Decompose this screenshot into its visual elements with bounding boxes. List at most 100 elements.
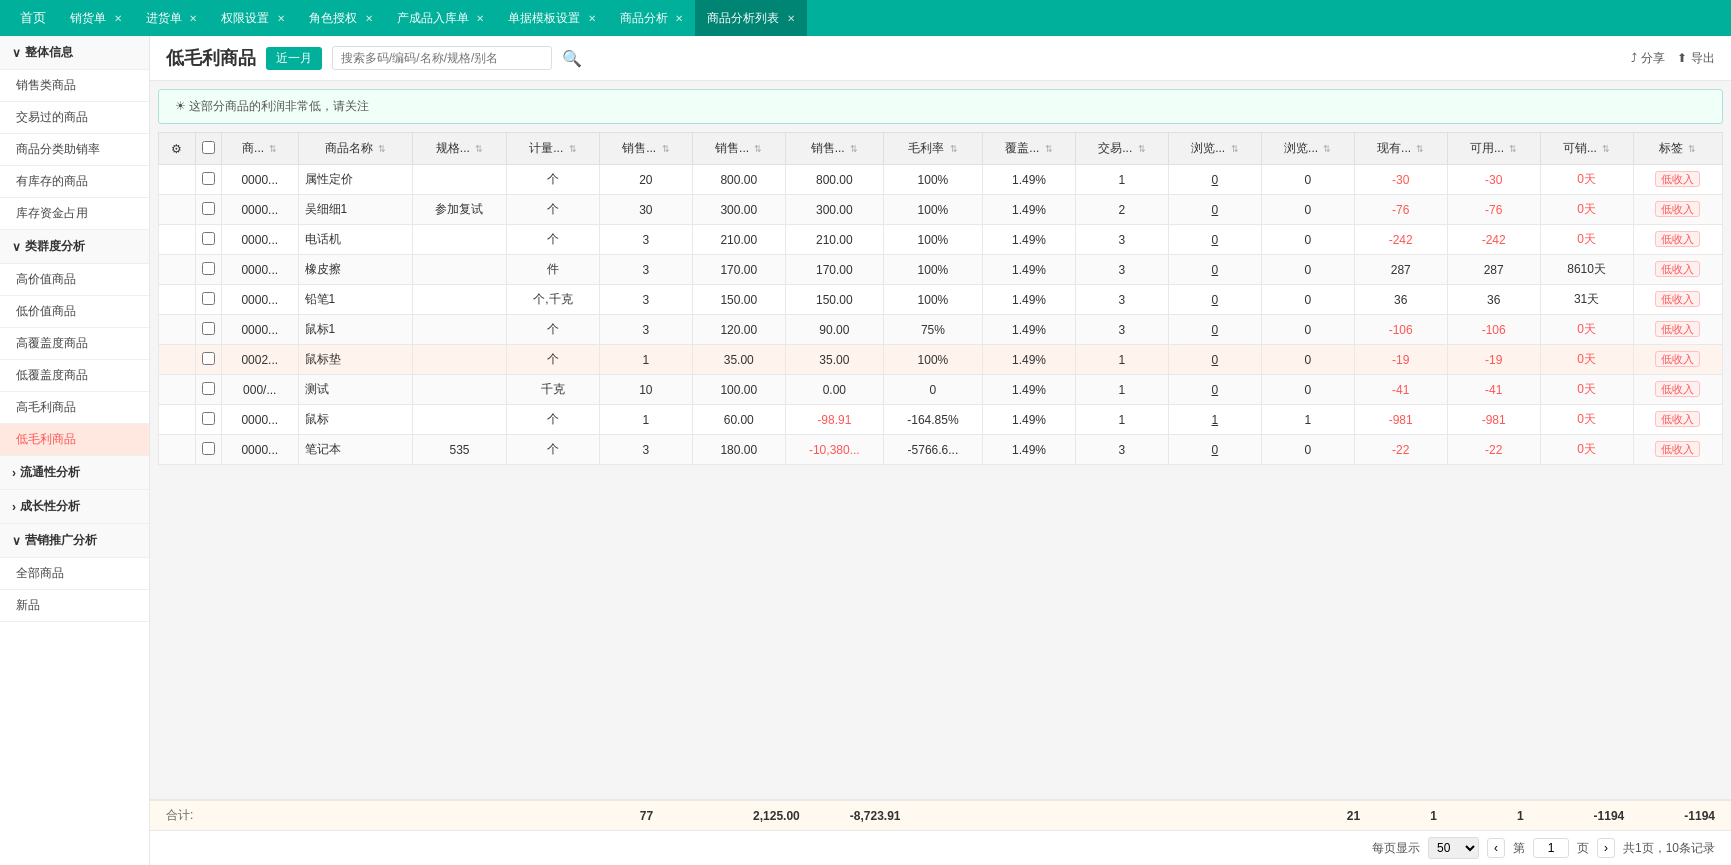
views1-cell[interactable]: 1 <box>1168 405 1261 435</box>
search-input[interactable] <box>332 46 552 70</box>
views2-cell: 0 <box>1261 345 1354 375</box>
checkbox-cell[interactable] <box>195 315 221 345</box>
nav-item-sales[interactable]: 销货单 ✕ <box>58 0 134 36</box>
views1-cell[interactable]: 0 <box>1168 165 1261 195</box>
select-all-checkbox[interactable] <box>202 141 215 154</box>
views1-cell[interactable]: 0 <box>1168 315 1261 345</box>
nav-item-roles[interactable]: 角色授权 ✕ <box>297 0 385 36</box>
checkbox-cell[interactable] <box>195 375 221 405</box>
sellable-days-col-header[interactable]: 可销... ⇅ <box>1540 133 1633 165</box>
views1-cell[interactable]: 0 <box>1168 345 1261 375</box>
per-page-select[interactable]: 50 100 200 <box>1428 837 1479 859</box>
gross-rate-col-header[interactable]: 毛利率 ⇅ <box>883 133 982 165</box>
tag-cell: 低收入 <box>1633 375 1722 405</box>
close-purchase-icon[interactable]: ✕ <box>189 13 197 24</box>
sidebar-group-overall[interactable]: ∨ 整体信息 <box>0 36 149 70</box>
close-template-icon[interactable]: ✕ <box>588 13 596 24</box>
row-checkbox[interactable] <box>202 382 215 395</box>
row-checkbox[interactable] <box>202 412 215 425</box>
nav-item-finished-goods[interactable]: 产成品入库单 ✕ <box>385 0 497 36</box>
close-product-analysis-icon[interactable]: ✕ <box>675 13 683 24</box>
sales-qty-col-header[interactable]: 销售... ⇅ <box>599 133 692 165</box>
unit-col-header[interactable]: 计量... ⇅ <box>506 133 599 165</box>
nav-item-purchase[interactable]: 进货单 ✕ <box>134 0 210 36</box>
checkbox-cell[interactable] <box>195 165 221 195</box>
row-checkbox[interactable] <box>202 442 215 455</box>
search-button[interactable]: 🔍 <box>562 49 582 68</box>
sidebar-item-category-rate[interactable]: 商品分类助销率 <box>0 134 149 166</box>
close-permissions-icon[interactable]: ✕ <box>277 13 285 24</box>
current-stock-col-header[interactable]: 现有... ⇅ <box>1354 133 1447 165</box>
views1-cell[interactable]: 0 <box>1168 375 1261 405</box>
checkbox-cell[interactable] <box>195 255 221 285</box>
sidebar-item-capital[interactable]: 库存资金占用 <box>0 198 149 230</box>
views1-cell[interactable]: 0 <box>1168 255 1261 285</box>
sidebar-item-low-coverage[interactable]: 低覆盖度商品 <box>0 360 149 392</box>
sidebar-item-new-goods[interactable]: 新品 <box>0 590 149 622</box>
available-stock-cell: -76 <box>1447 195 1540 225</box>
checkbox-cell[interactable] <box>195 435 221 465</box>
sidebar-group-marketing[interactable]: ∨ 营销推广分析 <box>0 524 149 558</box>
share-button[interactable]: ⤴ 分享 <box>1631 50 1665 67</box>
sidebar-item-low-value[interactable]: 低价值商品 <box>0 296 149 328</box>
checkbox-cell[interactable] <box>195 405 221 435</box>
nav-item-permissions[interactable]: 权限设置 ✕ <box>209 0 297 36</box>
checkbox-cell[interactable] <box>195 195 221 225</box>
export-button[interactable]: ⬆ 导出 <box>1677 50 1715 67</box>
transactions-col-header[interactable]: 交易... ⇅ <box>1075 133 1168 165</box>
sales-profit-col-header[interactable]: 销售... ⇅ <box>785 133 883 165</box>
checkbox-cell[interactable] <box>195 225 221 255</box>
sidebar-group-flow[interactable]: › 流通性分析 <box>0 456 149 490</box>
row-checkbox[interactable] <box>202 262 215 275</box>
sidebar-item-low-margin[interactable]: 低毛利商品 <box>0 424 149 456</box>
sales-amount-cell: 60.00 <box>692 405 785 435</box>
views1-cell[interactable]: 0 <box>1168 285 1261 315</box>
close-analysis-list-icon[interactable]: ✕ <box>787 13 795 24</box>
views1-col-header[interactable]: 浏览... ⇅ <box>1168 133 1261 165</box>
sales-amount-col-header[interactable]: 销售... ⇅ <box>692 133 785 165</box>
code-col-header[interactable]: 商... ⇅ <box>221 133 298 165</box>
date-filter-button[interactable]: 近一月 <box>266 47 322 70</box>
prev-page-button[interactable]: ‹ <box>1487 838 1505 858</box>
next-page-button[interactable]: › <box>1597 838 1615 858</box>
name-col-header[interactable]: 商品名称 ⇅ <box>298 133 413 165</box>
settings-col-header[interactable]: ⚙ <box>159 133 196 165</box>
sidebar-item-traded-goods[interactable]: 交易过的商品 <box>0 102 149 134</box>
content-header: 低毛利商品 近一月 🔍 ⤴ 分享 ⬆ 导出 <box>150 36 1731 81</box>
checkbox-col-header[interactable] <box>195 133 221 165</box>
views1-cell[interactable]: 0 <box>1168 195 1261 225</box>
row-checkbox[interactable] <box>202 202 215 215</box>
nav-item-product-analysis[interactable]: 商品分析 ✕ <box>608 0 696 36</box>
sidebar-item-in-stock[interactable]: 有库存的商品 <box>0 166 149 198</box>
row-checkbox[interactable] <box>202 232 215 245</box>
sidebar-item-all-goods[interactable]: 全部商品 <box>0 558 149 590</box>
page-number-input[interactable] <box>1533 838 1569 858</box>
close-finished-icon[interactable]: ✕ <box>476 13 484 24</box>
row-checkbox[interactable] <box>202 292 215 305</box>
nav-item-analysis-list[interactable]: 商品分析列表 ✕ <box>695 0 807 36</box>
views1-cell[interactable]: 0 <box>1168 435 1261 465</box>
checkbox-cell[interactable] <box>195 345 221 375</box>
tag-col-header[interactable]: 标签 ⇅ <box>1633 133 1722 165</box>
close-sales-icon[interactable]: ✕ <box>114 13 122 24</box>
row-checkbox[interactable] <box>202 322 215 335</box>
views2-col-header[interactable]: 浏览... ⇅ <box>1261 133 1354 165</box>
sidebar-item-sales-goods[interactable]: 销售类商品 <box>0 70 149 102</box>
sidebar-item-high-coverage[interactable]: 高覆盖度商品 <box>0 328 149 360</box>
views1-cell[interactable]: 0 <box>1168 225 1261 255</box>
checkbox-cell[interactable] <box>195 285 221 315</box>
row-checkbox[interactable] <box>202 172 215 185</box>
row-checkbox[interactable] <box>202 352 215 365</box>
sidebar-group-cluster[interactable]: ∨ 类群度分析 <box>0 230 149 264</box>
sidebar-item-high-value[interactable]: 高价值商品 <box>0 264 149 296</box>
coverage-col-header[interactable]: 覆盖... ⇅ <box>983 133 1076 165</box>
views2-cell: 0 <box>1261 375 1354 405</box>
nav-item-home[interactable]: 首页 <box>8 0 58 36</box>
nav-item-template[interactable]: 单据模板设置 ✕ <box>496 0 608 36</box>
close-roles-icon[interactable]: ✕ <box>365 13 373 24</box>
spec-col-header[interactable]: 规格... ⇅ <box>413 133 507 165</box>
coverage-cell: 1.49% <box>983 285 1076 315</box>
sidebar-item-high-margin[interactable]: 高毛利商品 <box>0 392 149 424</box>
available-stock-col-header[interactable]: 可用... ⇅ <box>1447 133 1540 165</box>
sidebar-group-growth[interactable]: › 成长性分析 <box>0 490 149 524</box>
